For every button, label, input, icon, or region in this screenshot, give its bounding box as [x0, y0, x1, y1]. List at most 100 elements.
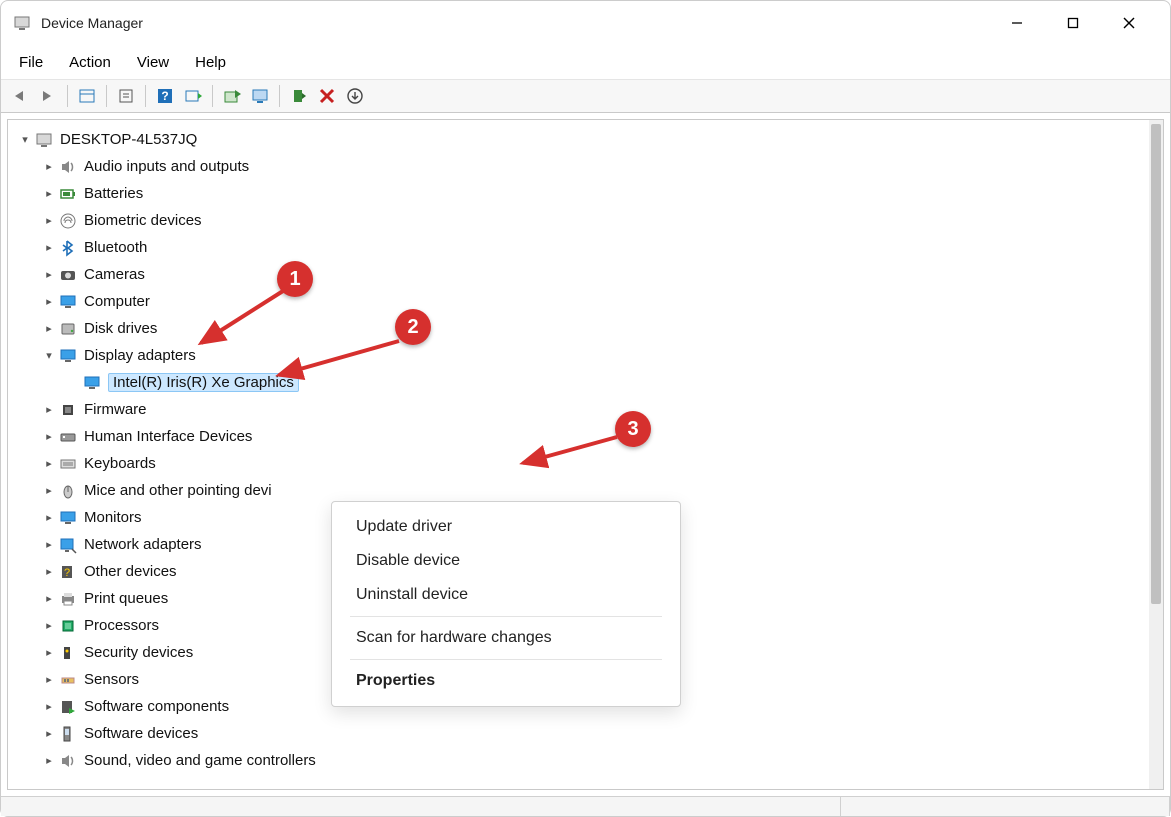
camera-icon [58, 265, 78, 285]
chevron-icon[interactable]: ▸ [42, 187, 56, 200]
chevron-icon[interactable]: ▸ [42, 727, 56, 740]
ctx-scan-hardware[interactable]: Scan for hardware changes [332, 621, 680, 655]
tree-item-label: Biometric devices [84, 212, 202, 229]
tree-item[interactable]: ▸Bluetooth [8, 234, 1149, 261]
menu-action[interactable]: Action [57, 50, 123, 75]
chevron-icon[interactable]: ▸ [42, 511, 56, 524]
tree-item[interactable]: ▾ Display adapters [8, 342, 1149, 369]
ctx-uninstall-device[interactable]: Uninstall device [332, 578, 680, 612]
tree-root[interactable]: ▾ DESKTOP-4L537JQ [8, 126, 1149, 153]
tree-item[interactable]: ▸Mice and other pointing devi [8, 477, 1149, 504]
chevron-icon[interactable]: ▸ [42, 538, 56, 551]
monitor-icon [82, 373, 102, 393]
maximize-button[interactable] [1050, 8, 1096, 38]
keyboard-icon [58, 454, 78, 474]
menu-help[interactable]: Help [183, 50, 238, 75]
tree-item-label: Sensors [84, 671, 139, 688]
update-driver-button[interactable] [219, 84, 245, 108]
chevron-icon[interactable]: ▸ [42, 619, 56, 632]
chevron-icon[interactable]: ▸ [42, 268, 56, 281]
show-all-button[interactable] [74, 84, 100, 108]
device-button[interactable] [247, 84, 273, 108]
chevron-icon[interactable]: ▸ [42, 673, 56, 686]
toolbar-separator [279, 85, 280, 107]
chevron-icon[interactable]: ▸ [42, 214, 56, 227]
arrow-down-button[interactable] [342, 84, 368, 108]
chevron-icon[interactable]: ▸ [42, 322, 56, 335]
tree-item-label: Firmware [84, 401, 147, 418]
chevron-icon[interactable]: ▸ [42, 241, 56, 254]
tree-item[interactable]: ▸ Human Interface Devices [8, 423, 1149, 450]
fingerprint-icon [58, 211, 78, 231]
tree-item[interactable]: ▸ Audio inputs and outputs [8, 153, 1149, 180]
tree-item-label: Keyboards [84, 455, 156, 472]
ctx-properties[interactable]: Properties [332, 664, 680, 698]
chevron-down-icon[interactable]: ▾ [18, 133, 32, 146]
tree-item-label: Cameras [84, 266, 145, 283]
chevron-icon[interactable]: ▸ [42, 565, 56, 578]
chevron-icon[interactable]: ▸ [42, 403, 56, 416]
vertical-scrollbar[interactable] [1149, 120, 1163, 789]
disk-icon [58, 319, 78, 339]
scan-button[interactable] [180, 84, 206, 108]
hid-icon [58, 427, 78, 447]
chevron-icon[interactable]: ▸ [42, 592, 56, 605]
titlebar[interactable]: Device Manager [1, 1, 1170, 45]
back-button[interactable] [7, 84, 33, 108]
tree-item-label: Disk drives [84, 320, 157, 337]
device-manager-window: Device Manager File Action View Help ? [0, 0, 1171, 817]
tree-item-label: Network adapters [84, 536, 202, 553]
enable-button[interactable] [286, 84, 312, 108]
tree-item[interactable]: ▸ Computer [8, 288, 1149, 315]
chevron-icon[interactable]: ▸ [42, 160, 56, 173]
tree-item[interactable]: ▸ Firmware [8, 396, 1149, 423]
tree-item[interactable]: ▸ Keyboards [8, 450, 1149, 477]
chevron-icon[interactable]: ▸ [42, 295, 56, 308]
context-menu: Update driver Disable device Uninstall d… [331, 501, 681, 707]
menu-view[interactable]: View [125, 50, 181, 75]
status-segment [841, 797, 1170, 816]
softdev-icon [58, 724, 78, 744]
tree-item[interactable]: ▸Batteries [8, 180, 1149, 207]
toolbar: ? [1, 79, 1170, 113]
forward-button[interactable] [35, 84, 61, 108]
tree-item[interactable]: ▸ Biometric devices [8, 207, 1149, 234]
tree-item[interactable]: ▸Sound, video and game controllers [8, 747, 1149, 774]
statusbar [1, 796, 1170, 816]
ctx-update-driver[interactable]: Update driver [332, 510, 680, 544]
menubar: File Action View Help [1, 45, 1170, 79]
properties-button[interactable] [113, 84, 139, 108]
tree-item-label: Display adapters [84, 347, 196, 364]
scroll-thumb[interactable] [1151, 124, 1161, 604]
menu-file[interactable]: File [7, 50, 55, 75]
chevron-icon[interactable]: ▸ [42, 457, 56, 470]
chevron-icon[interactable]: ▾ [42, 349, 56, 362]
help-button[interactable]: ? [152, 84, 178, 108]
close-button[interactable] [1106, 8, 1152, 38]
ctx-separator [350, 659, 662, 660]
remove-button[interactable] [314, 84, 340, 108]
chevron-icon[interactable]: ▸ [42, 646, 56, 659]
chip-icon [58, 400, 78, 420]
chevron-icon[interactable]: ▸ [42, 484, 56, 497]
speaker-icon [58, 751, 78, 771]
chevron-icon[interactable]: ▸ [42, 430, 56, 443]
tree-item-label: Audio inputs and outputs [84, 158, 249, 175]
tree-item-label: Monitors [84, 509, 142, 526]
annotation-badge-3: 3 [615, 411, 651, 447]
tree-item[interactable]: ▸Software devices [8, 720, 1149, 747]
security-icon [58, 643, 78, 663]
tree-child-item[interactable]: Intel(R) Iris(R) Xe Graphics [8, 369, 1149, 396]
svg-text:?: ? [161, 89, 168, 103]
minimize-button[interactable] [994, 8, 1040, 38]
chevron-icon[interactable]: ▸ [42, 754, 56, 767]
battery-icon [58, 184, 78, 204]
ctx-disable-device[interactable]: Disable device [332, 544, 680, 578]
app-icon [13, 14, 31, 32]
tree-item-label: Computer [84, 293, 150, 310]
tree-item-label: Human Interface Devices [84, 428, 252, 445]
tree-item[interactable]: ▸ Cameras [8, 261, 1149, 288]
chevron-icon[interactable]: ▸ [42, 700, 56, 713]
monitor-icon [58, 292, 78, 312]
tree-item[interactable]: ▸ Disk drives [8, 315, 1149, 342]
